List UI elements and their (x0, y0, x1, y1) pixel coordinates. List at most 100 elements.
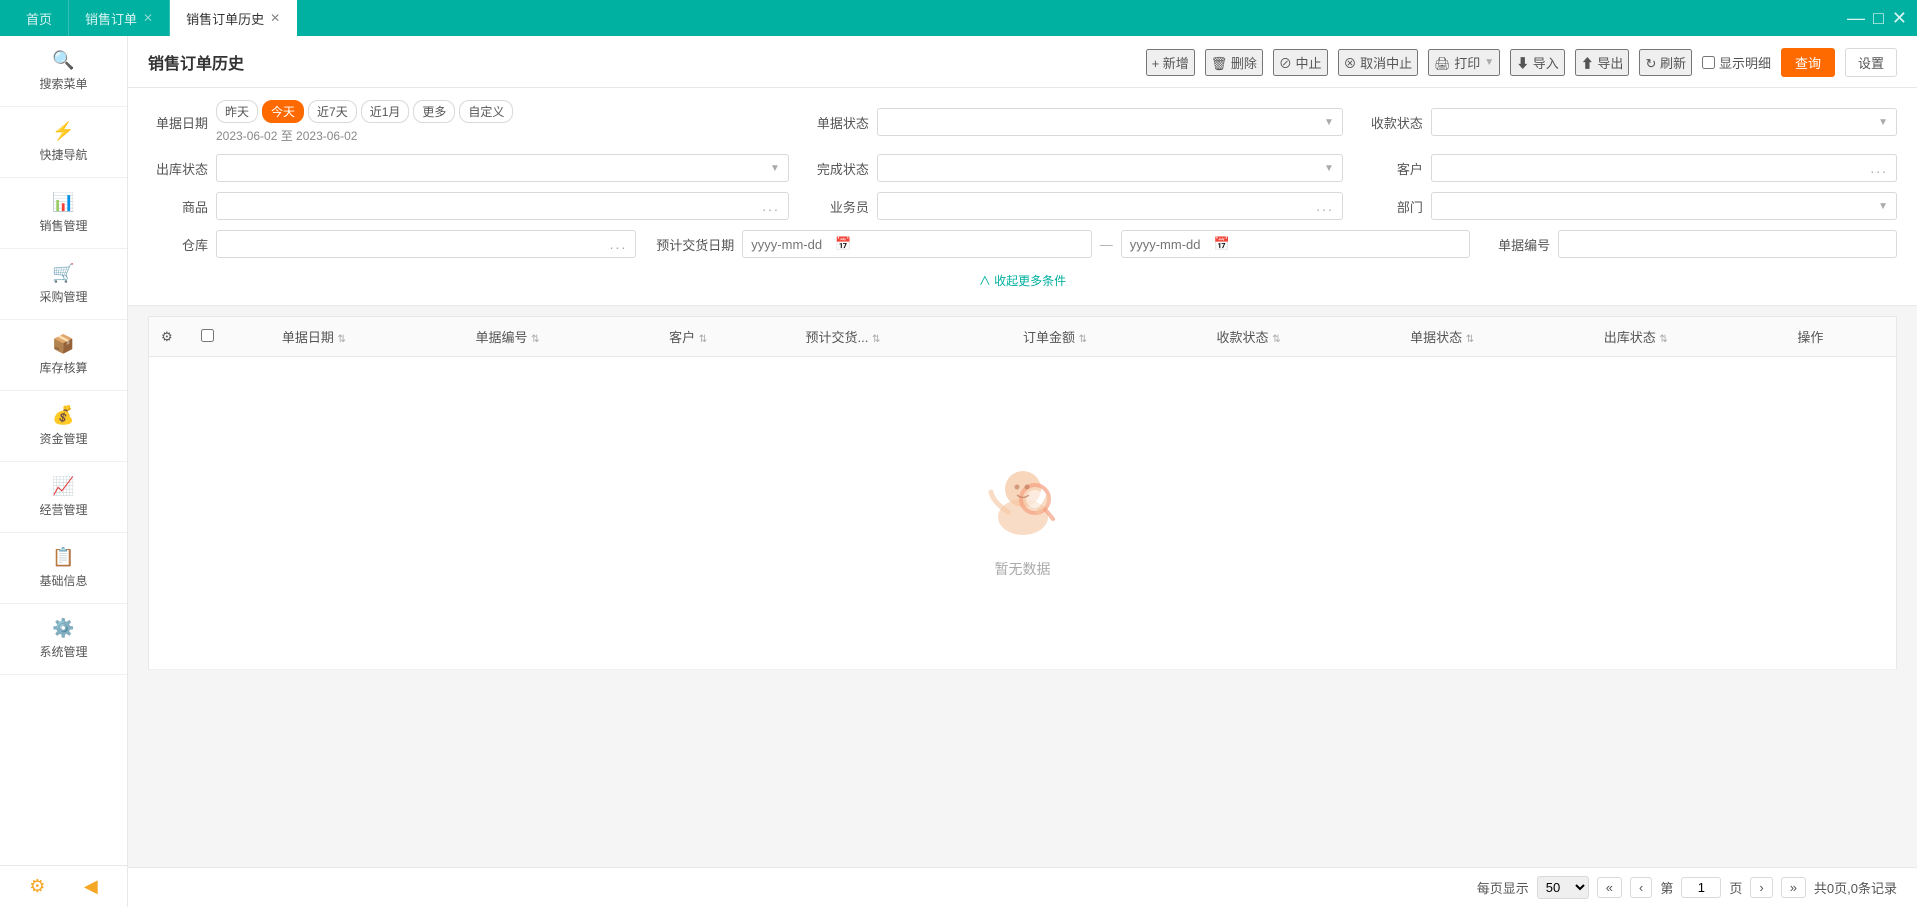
new-btn[interactable]: + 新增 (1146, 49, 1195, 76)
date-btn-today[interactable]: 今天 (262, 100, 304, 123)
sidebar-settings-icon[interactable]: ⚙ (29, 876, 45, 897)
date-buttons: 昨天 今天 近7天 近1月 更多 自定义 (216, 100, 789, 123)
query-btn[interactable]: 查询 (1781, 48, 1835, 77)
product-control[interactable]: ... (216, 192, 789, 220)
sort-amount-icon[interactable]: ⇅ (1079, 334, 1087, 345)
sidebar-item-system-mgmt-label: 系统管理 (39, 643, 87, 660)
warehouse-dots[interactable]: ... (610, 236, 628, 252)
tab-sales-order-close[interactable]: ✕ (143, 11, 153, 25)
tab-sales-order[interactable]: 销售订单 ✕ (69, 0, 170, 36)
sidebar-collapse-icon[interactable]: ◀ (84, 876, 98, 897)
tab-sales-order-history-close[interactable]: ✕ (270, 11, 280, 25)
collapse-label: ∧ 收起更多条件 (979, 272, 1066, 289)
stop-btn[interactable]: ⊘ 中止 (1273, 49, 1328, 76)
delivery-date-to-input[interactable] (1130, 237, 1210, 252)
sidebar-item-finance[interactable]: 💰 资金管理 (0, 391, 127, 462)
warehouse-control[interactable]: ... (216, 230, 636, 258)
import-btn[interactable]: ⬇ 导入 (1510, 49, 1565, 76)
print-btn[interactable]: 🖨 打印 ▼ (1428, 49, 1500, 76)
prev-page-btn[interactable]: ‹ (1630, 877, 1652, 898)
department-control[interactable]: ▼ (1431, 192, 1897, 220)
sidebar-item-basic-info-label: 基础信息 (39, 572, 87, 589)
complete-status-label: 完成状态 (809, 159, 869, 178)
tab-home[interactable]: 首页 (10, 0, 69, 36)
page-label: 页 (1729, 878, 1742, 897)
export-btn[interactable]: ⬆ 导出 (1575, 49, 1630, 76)
window-close-btn[interactable]: ✕ (1892, 8, 1907, 29)
sort-customer-icon[interactable]: ⇅ (699, 334, 707, 345)
main-layout: 🔍 搜索菜单 ⚡ 快捷导航 📊 销售管理 🛒 采购管理 📦 库存核算 💰 资金管… (0, 36, 1917, 907)
table-col-settings[interactable]: ⚙ (149, 317, 189, 357)
sidebar-item-quick-nav-label: 快捷导航 (39, 146, 87, 163)
window-minimize-btn[interactable]: — (1847, 8, 1865, 29)
sort-delivery-date-icon[interactable]: ⇅ (872, 334, 880, 345)
order-number-control[interactable] (1558, 230, 1897, 258)
sort-delivery-status-icon[interactable]: ⇅ (1659, 334, 1667, 345)
sort-date-icon[interactable]: ⇅ (338, 334, 346, 345)
table-header-row: ⚙ 单据日期 ⇅ 单据编号 ⇅ 客户 ⇅ (149, 317, 1897, 357)
tab-home-label: 首页 (26, 9, 52, 28)
cancel-stop-btn[interactable]: ⊗ 取消中止 (1338, 49, 1419, 76)
delivery-date-from-input[interactable] (751, 237, 831, 252)
sidebar-item-basic-info[interactable]: 📋 基础信息 (0, 533, 127, 604)
print-dropdown-icon[interactable]: ▼ (1484, 57, 1494, 68)
display-toggle: 显示明细 (1702, 53, 1771, 72)
delete-btn[interactable]: 🗑 删除 (1205, 49, 1263, 76)
inventory-icon: 📦 (52, 334, 74, 355)
customer-dots[interactable]: ... (1870, 160, 1888, 176)
next-page-btn[interactable]: › (1750, 877, 1772, 898)
complete-status-control[interactable]: ▼ (877, 154, 1343, 182)
sidebar-item-quick-nav[interactable]: ⚡ 快捷导航 (0, 107, 127, 178)
filter-salesman: 业务员 ... (809, 192, 1343, 220)
order-status-control[interactable]: ▼ (877, 108, 1343, 136)
sidebar-item-inventory[interactable]: 📦 库存核算 (0, 320, 127, 391)
sidebar-item-operations[interactable]: 📈 经营管理 (0, 462, 127, 533)
warehouse-label: 仓库 (148, 235, 208, 254)
select-all-checkbox[interactable] (201, 329, 214, 342)
sort-number-icon[interactable]: ⇅ (531, 334, 539, 345)
refresh-btn[interactable]: ↻ 刷新 (1639, 49, 1692, 76)
table-col-delivery-date: 预计交货... ⇅ (794, 317, 1011, 357)
filter-order-number: 单据编号 (1490, 230, 1897, 258)
date-btn-custom[interactable]: 自定义 (459, 100, 513, 123)
last-page-btn[interactable]: » (1781, 877, 1806, 898)
customer-label: 客户 (1363, 159, 1423, 178)
calendar-to-icon[interactable]: 📅 (1214, 236, 1230, 252)
page-size-select[interactable]: 50 10 20 100 (1537, 876, 1589, 899)
salesman-dots[interactable]: ... (1316, 198, 1334, 214)
delivery-status-label: 出库状态 (148, 159, 208, 178)
date-btn-last1month[interactable]: 近1月 (361, 100, 410, 123)
date-btn-last7[interactable]: 近7天 (308, 100, 357, 123)
settings-btn[interactable]: 设置 (1845, 48, 1897, 77)
current-page-input[interactable] (1681, 877, 1721, 898)
page-title: 销售订单历史 (148, 50, 244, 86)
payment-status-label: 收款状态 (1363, 113, 1423, 132)
sort-order-status-icon[interactable]: ⇅ (1466, 334, 1474, 345)
empty-illustration (973, 447, 1073, 547)
collapse-bar[interactable]: ∧ 收起更多条件 (148, 268, 1897, 293)
content-area: 销售订单历史 + 新增 🗑 删除 ⊘ 中止 ⊗ 取消中止 🖨 打印 ▼ (128, 36, 1917, 907)
export-btn-label: ⬆ 导出 (1581, 53, 1624, 72)
salesman-control[interactable]: ... (877, 192, 1343, 220)
filter-delivery-status: 出库状态 ▼ (148, 154, 789, 182)
date-btn-more[interactable]: 更多 (413, 100, 455, 123)
date-btn-yesterday[interactable]: 昨天 (216, 100, 258, 123)
sidebar-item-sales-mgmt[interactable]: 📊 销售管理 (0, 178, 127, 249)
tab-sales-order-history[interactable]: 销售订单历史 ✕ (170, 0, 297, 36)
sidebar-item-search-menu[interactable]: 🔍 搜索菜单 (0, 36, 127, 107)
delivery-date-from-wrap: 📅 (742, 230, 1091, 258)
delivery-status-control[interactable]: ▼ (216, 154, 789, 182)
sidebar-item-purchase-mgmt[interactable]: 🛒 采购管理 (0, 249, 127, 320)
first-page-btn[interactable]: « (1597, 877, 1622, 898)
display-detail-checkbox[interactable] (1702, 56, 1715, 69)
customer-control[interactable]: ... (1431, 154, 1897, 182)
payment-status-control[interactable]: ▼ (1431, 108, 1897, 136)
window-maximize-btn[interactable]: □ (1873, 8, 1884, 29)
sidebar-item-system-mgmt[interactable]: ⚙️ 系统管理 (0, 604, 127, 675)
print-btn-label: 🖨 打印 (1434, 53, 1480, 72)
sort-payment-status-icon[interactable]: ⇅ (1272, 334, 1280, 345)
calendar-from-icon[interactable]: 📅 (835, 236, 851, 252)
empty-state-row: 暂无数据 (149, 357, 1897, 670)
product-dots[interactable]: ... (762, 198, 780, 214)
delivery-date-label: 预计交货日期 (656, 235, 734, 254)
